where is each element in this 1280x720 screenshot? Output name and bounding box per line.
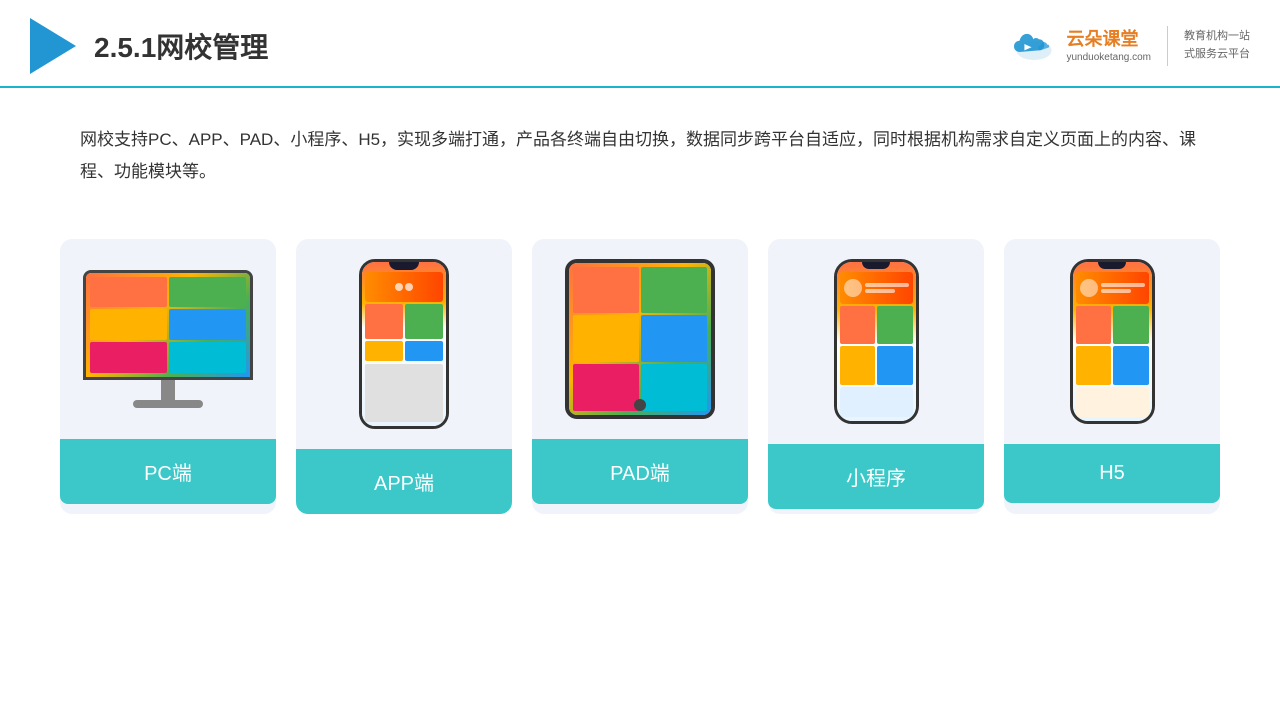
screen-block-4 [169, 309, 246, 340]
card-pc[interactable]: PC端 [60, 239, 276, 514]
tablet-block-4 [641, 315, 707, 362]
page-title: 2.5.1网校管理 [94, 26, 268, 66]
tablet-block-3 [573, 315, 639, 362]
brand-slogan: 教育机构一站 式服务云平台 [1184, 28, 1250, 63]
slogan-line2: 式服务云平台 [1184, 46, 1250, 64]
h5-phone-mockup [1070, 259, 1155, 424]
card-h5[interactable]: H5 [1004, 239, 1220, 514]
h5-phone-screen [1073, 262, 1152, 421]
screen-block-5 [90, 342, 167, 373]
mini-block-3 [840, 346, 876, 385]
header-right: 云朵课堂 yunduoketang.com 教育机构一站 式服务云平台 [1010, 26, 1250, 66]
pc-mockup [83, 270, 253, 408]
cards-container: PC端 [0, 209, 1280, 514]
tablet-block-2 [641, 267, 707, 314]
card-miniapp-label: 小程序 [768, 444, 984, 509]
card-pad-image [532, 239, 748, 439]
phone-block-2 [365, 341, 403, 361]
tablet-block-1 [573, 267, 639, 314]
h5-footer-block [1076, 387, 1149, 417]
description-text: 网校支持PC、APP、PAD、小程序、H5，实现多端打通，产品各终端自由切换，数… [0, 88, 1280, 209]
phone-block-1 [365, 304, 403, 339]
app-phone-mockup [359, 259, 449, 429]
cloud-logo [1010, 28, 1058, 64]
phone-col-1 [365, 304, 403, 362]
phone-notch [389, 262, 419, 270]
miniapp-phone-mockup [834, 259, 919, 424]
phone-screen-header [365, 272, 443, 302]
h5-block-4 [1113, 346, 1149, 385]
card-pc-image [60, 239, 276, 439]
tablet-screen [569, 263, 711, 415]
phone-screen [362, 262, 446, 426]
mini-screen-grid [840, 306, 913, 385]
monitor-body [83, 270, 253, 380]
cloud-icon [1010, 28, 1058, 64]
brand-name-part2: 课堂 [1102, 29, 1138, 49]
card-miniapp-image [768, 239, 984, 444]
h5-block-1 [1076, 306, 1112, 345]
card-miniapp[interactable]: 小程序 [768, 239, 984, 514]
mini-text-line-2 [865, 289, 896, 293]
brand-text: 云朵课堂 yunduoketang.com [1066, 28, 1151, 64]
header-dot-1 [395, 283, 403, 291]
h5-text-line-2 [1101, 289, 1132, 293]
card-pc-label: PC端 [60, 439, 276, 504]
screen-block-2 [169, 277, 246, 308]
h5-phone-notch [1098, 262, 1126, 269]
mini-block-2 [877, 306, 913, 345]
tablet-block-5 [573, 364, 639, 411]
tablet-block-6 [641, 364, 707, 411]
h5-block-3 [1076, 346, 1112, 385]
brand-domain: yunduoketang.com [1066, 51, 1151, 64]
card-h5-image [1004, 239, 1220, 444]
mini-text-line-1 [865, 283, 909, 287]
h5-text-line-1 [1101, 283, 1145, 287]
mini-phone-screen [837, 262, 916, 421]
header: 2.5.1网校管理 云朵课堂 yunduoketang.com 教育机构一站 式… [0, 0, 1280, 88]
phone-screen-body-2 [365, 364, 443, 422]
h5-screen-grid [1076, 306, 1149, 385]
brand-name-part1: 云朵 [1066, 29, 1102, 49]
monitor-neck [161, 380, 175, 400]
card-app-label: APP端 [296, 449, 512, 514]
mini-block-4 [877, 346, 913, 385]
tablet-mockup [565, 259, 715, 419]
screen-block-6 [169, 342, 246, 373]
header-dot-2 [405, 283, 413, 291]
header-left: 2.5.1网校管理 [30, 18, 268, 74]
phone-block-4 [405, 341, 443, 361]
phone-block-3 [405, 304, 443, 339]
mini-text-block [865, 283, 909, 293]
phone-col-2 [405, 304, 443, 362]
card-pad[interactable]: PAD端 [532, 239, 748, 514]
mini-block-1 [840, 306, 876, 345]
h5-screen-top [1076, 272, 1149, 304]
h5-text-block [1101, 283, 1145, 293]
logo-triangle-icon [30, 18, 76, 74]
mini-footer-block [840, 387, 913, 417]
phone-content-block [365, 364, 443, 422]
brand-name: 云朵课堂 [1066, 28, 1151, 51]
mini-screen-top [840, 272, 913, 304]
h5-block-2 [1113, 306, 1149, 345]
screen-block-1 [90, 277, 167, 308]
slogan-line1: 教育机构一站 [1184, 28, 1250, 46]
mini-phone-notch [862, 262, 890, 269]
card-app-image [296, 239, 512, 449]
phone-screen-body-1 [365, 304, 443, 362]
monitor-screen [86, 273, 250, 377]
h5-avatar [1080, 279, 1098, 297]
card-h5-label: H5 [1004, 444, 1220, 503]
card-pad-label: PAD端 [532, 439, 748, 504]
tablet-home-button [634, 399, 646, 411]
card-app[interactable]: APP端 [296, 239, 512, 514]
mini-avatar [844, 279, 862, 297]
description-paragraph: 网校支持PC、APP、PAD、小程序、H5，实现多端打通，产品各终端自由切换，数… [80, 124, 1200, 189]
brand-divider [1167, 26, 1168, 66]
screen-block-3 [90, 309, 167, 340]
monitor-base [133, 400, 203, 408]
